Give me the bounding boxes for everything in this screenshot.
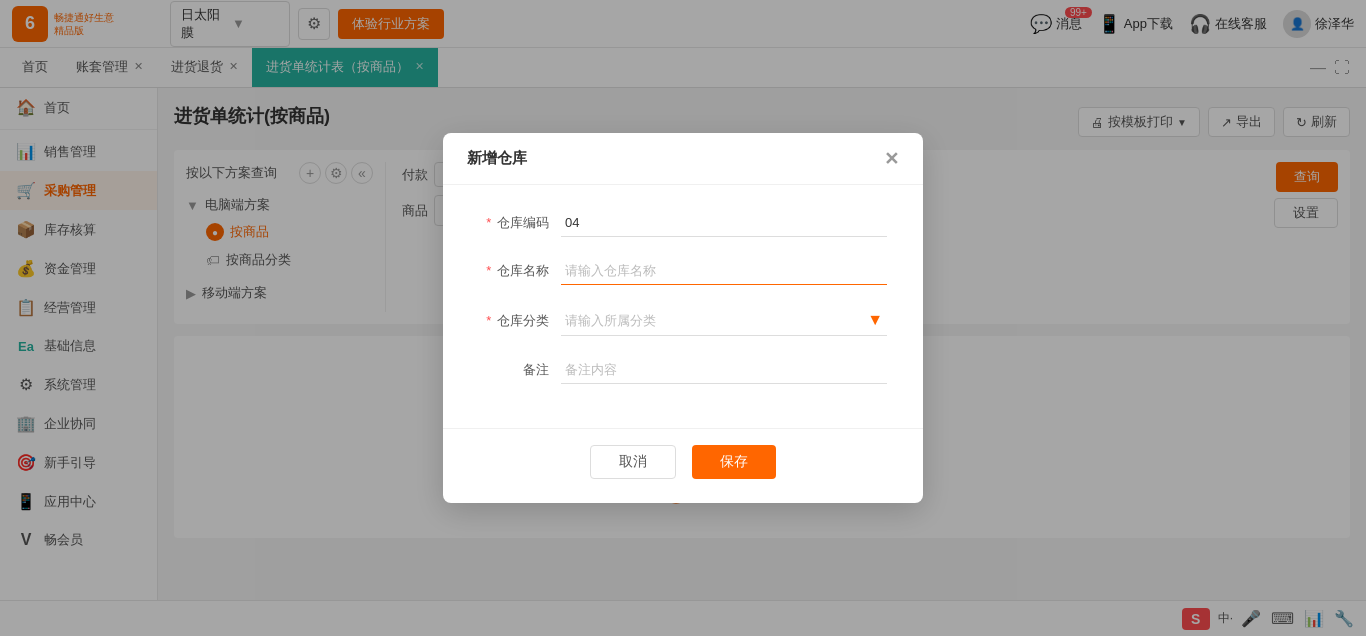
required-star: * (486, 215, 491, 230)
name-input[interactable] (561, 257, 887, 285)
category-row: * 仓库分类 ▼ (479, 305, 887, 336)
modal-overlay: 新增仓库 ✕ * 仓库编码 * 仓库名称 (0, 0, 1366, 636)
required-star: * (486, 263, 491, 278)
name-row: * 仓库名称 (479, 257, 887, 285)
remark-row: 备注 (479, 356, 887, 384)
chevron-down-icon: ▼ (867, 311, 883, 329)
modal-close-button[interactable]: ✕ (884, 150, 899, 168)
new-warehouse-modal: 新增仓库 ✕ * 仓库编码 * 仓库名称 (443, 133, 923, 503)
category-input[interactable] (565, 313, 867, 328)
code-input[interactable] (561, 209, 887, 237)
save-button[interactable]: 保存 (692, 445, 776, 479)
remark-input[interactable] (561, 356, 887, 384)
cancel-button[interactable]: 取消 (590, 445, 676, 479)
category-select[interactable]: ▼ (561, 305, 887, 336)
modal-header: 新增仓库 ✕ (443, 133, 923, 185)
name-label: * 仓库名称 (479, 262, 549, 280)
category-label: * 仓库分类 (479, 312, 549, 330)
code-row: * 仓库编码 (479, 209, 887, 237)
code-label: * 仓库编码 (479, 214, 549, 232)
required-star: * (486, 313, 491, 328)
remark-label: 备注 (479, 361, 549, 379)
modal-body: * 仓库编码 * 仓库名称 * 仓库分类 (443, 185, 923, 428)
modal-footer: 取消 保存 (443, 428, 923, 503)
